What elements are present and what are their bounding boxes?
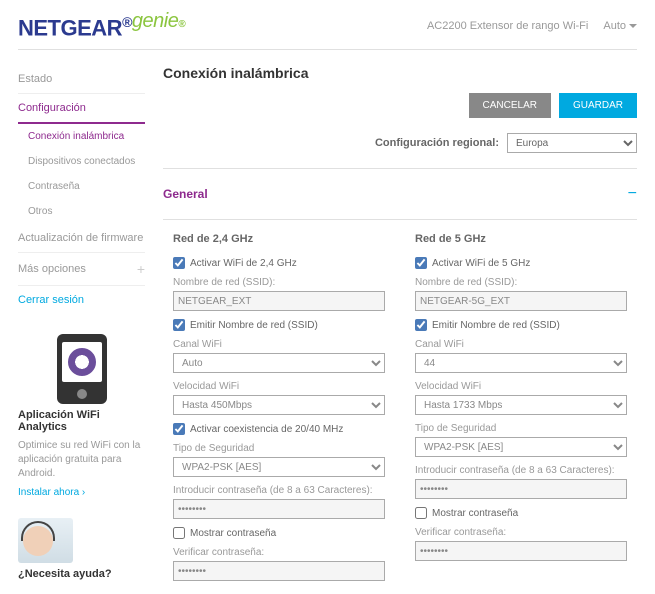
region-select[interactable]: Europa [507, 133, 637, 153]
channel-24-label: Canal WiFi [173, 339, 385, 350]
verify-24-input[interactable] [173, 561, 385, 581]
show-pw-24-checkbox[interactable] [173, 527, 185, 539]
region-label: Configuración regional: [375, 137, 499, 149]
reg-icon: ® [178, 19, 185, 30]
password-5-label: Introducir contraseña (de 8 a 63 Caracte… [415, 465, 627, 476]
nav-devices[interactable]: Dispositivos conectados [18, 149, 145, 174]
password-24-label: Introducir contraseña (de 8 a 63 Caracte… [173, 485, 385, 496]
cancel-button[interactable]: CANCELAR [469, 93, 551, 118]
promo-text: Optimice su red WiFi con la aplicación g… [18, 439, 145, 481]
security-5-label: Tipo de Seguridad [415, 423, 627, 434]
support-image [18, 518, 73, 563]
ssid-24-input[interactable] [173, 291, 385, 311]
security-24-select[interactable]: WPA2-PSK [AES] [173, 457, 385, 477]
promo-link[interactable]: Instalar ahora [18, 487, 145, 498]
nav-logout[interactable]: Cerrar sesión [18, 286, 145, 314]
main-content: Conexión inalámbrica CANCELAR GUARDAR Co… [145, 50, 655, 594]
header: NETGEAR®genie® AC2200 Extensor de rango … [0, 0, 655, 49]
button-row: CANCELAR GUARDAR [163, 93, 637, 118]
auto-label: Auto [603, 20, 626, 32]
nav-config[interactable]: Configuración [18, 94, 145, 124]
page-title: Conexión inalámbrica [163, 65, 637, 81]
verify-5-label: Verificar contraseña: [415, 527, 627, 538]
promo-title: Aplicación WiFi Analytics [18, 409, 145, 433]
broadcast-5-checkbox[interactable] [415, 319, 427, 331]
plus-icon: + [137, 261, 145, 277]
coexist-checkbox[interactable] [173, 423, 185, 435]
enable-24-label: Activar WiFi de 2,4 GHz [190, 258, 297, 269]
enable-24-checkbox[interactable] [173, 257, 185, 269]
nav-estado[interactable]: Estado [18, 65, 145, 94]
auto-dropdown[interactable]: Auto [603, 20, 637, 32]
ssid-5-label: Nombre de red (SSID): [415, 277, 627, 288]
nav-password[interactable]: Contraseña [18, 174, 145, 199]
broadcast-24-label: Emitir Nombre de red (SSID) [190, 320, 318, 331]
help-title: ¿Necesita ayuda? [18, 568, 145, 580]
region-row: Configuración regional: Europa [163, 133, 637, 153]
channel-24-select[interactable]: Auto [173, 353, 385, 373]
speed-5-select[interactable]: Hasta 1733 Mbps [415, 395, 627, 415]
nav-wireless[interactable]: Conexión inalámbrica [18, 124, 145, 149]
security-24-label: Tipo de Seguridad [173, 443, 385, 454]
logo-genie: genie [132, 10, 178, 32]
col-24ghz: Red de 2,4 GHz Activar WiFi de 2,4 GHz N… [173, 233, 385, 589]
coexist-label: Activar coexistencia de 20/40 MHz [190, 424, 343, 435]
divider [163, 219, 637, 220]
col-title-24: Red de 2,4 GHz [173, 233, 385, 245]
show-pw-5-label: Mostrar contraseña [432, 508, 518, 519]
sidebar: Estado Configuración Conexión inalámbric… [0, 50, 145, 594]
save-button[interactable]: GUARDAR [559, 93, 637, 118]
speed-24-label: Velocidad WiFi [173, 381, 385, 392]
nav-firmware[interactable]: Actualización de firmware [18, 224, 145, 253]
product-name: AC2200 Extensor de rango Wi-Fi [427, 20, 588, 32]
verify-24-label: Verificar contraseña: [173, 547, 385, 558]
ssid-5-input[interactable] [415, 291, 627, 311]
section-title: General [163, 187, 208, 201]
channel-5-label: Canal WiFi [415, 339, 627, 350]
speed-5-label: Velocidad WiFi [415, 381, 627, 392]
enable-5-checkbox[interactable] [415, 257, 427, 269]
divider [163, 168, 637, 169]
verify-5-input[interactable] [415, 541, 627, 561]
chevron-down-icon [629, 24, 637, 28]
channel-5-select[interactable]: 44 [415, 353, 627, 373]
broadcast-5-label: Emitir Nombre de red (SSID) [432, 320, 560, 331]
password-5-input[interactable] [415, 479, 627, 499]
nav-more[interactable]: Más opciones + [18, 253, 145, 286]
enable-5-label: Activar WiFi de 5 GHz [432, 258, 530, 269]
logo: NETGEAR®genie® [18, 10, 185, 41]
col-title-5: Red de 5 GHz [415, 233, 627, 245]
nav-more-label: Más opciones [18, 263, 86, 275]
show-pw-24-label: Mostrar contraseña [190, 528, 276, 539]
broadcast-24-checkbox[interactable] [173, 319, 185, 331]
promo-analytics: Aplicación WiFi Analytics Optimice su re… [18, 334, 145, 498]
security-5-select[interactable]: WPA2-PSK [AES] [415, 437, 627, 457]
collapse-icon[interactable]: − [628, 185, 637, 203]
header-right: AC2200 Extensor de rango Wi-Fi Auto [427, 20, 637, 32]
ssid-24-label: Nombre de red (SSID): [173, 277, 385, 288]
speed-24-select[interactable]: Hasta 450Mbps [173, 395, 385, 415]
section-header: General − [163, 177, 637, 211]
show-pw-5-checkbox[interactable] [415, 507, 427, 519]
phone-icon [57, 334, 107, 404]
password-24-input[interactable] [173, 499, 385, 519]
logo-brand: NETGEAR [18, 15, 122, 40]
nav-others[interactable]: Otros [18, 199, 145, 224]
col-5ghz: Red de 5 GHz Activar WiFi de 5 GHz Nombr… [415, 233, 627, 589]
reg-icon: ® [122, 14, 132, 30]
